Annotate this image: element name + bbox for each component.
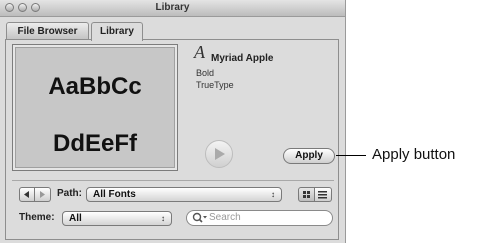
apply-button[interactable]: Apply [283, 148, 335, 164]
title-bar[interactable]: Library [0, 0, 345, 17]
list-view-icon [318, 191, 327, 199]
grid-view-icon [303, 191, 310, 198]
window-title: Library [155, 2, 190, 13]
font-style: Bold [196, 68, 215, 78]
font-preview: AaBbCc DdEeFf [12, 44, 178, 171]
theme-label: Theme: [19, 212, 55, 223]
preview-sample-line-2: DdEeFf [53, 130, 137, 157]
tab-library[interactable]: Library [91, 22, 143, 41]
back-arrow-icon [24, 191, 29, 198]
search-placeholder: Search [209, 212, 241, 223]
divider [12, 180, 334, 181]
path-popup[interactable]: All Fonts ↕ [86, 187, 282, 202]
play-button[interactable] [205, 140, 233, 168]
path-value: All Fonts [93, 189, 136, 200]
library-window: Library File Browser Library AaBbCc DdEe… [0, 0, 346, 243]
theme-value: All [69, 213, 82, 224]
search-field[interactable]: Search [186, 210, 333, 226]
search-icon [192, 212, 207, 223]
play-icon [215, 148, 225, 160]
preview-sample-line-1: AaBbCc [48, 73, 142, 100]
path-label: Path: [57, 188, 82, 199]
theme-popup[interactable]: All ↕ [62, 211, 172, 226]
back-button[interactable] [19, 187, 35, 202]
popup-arrows-icon: ↕ [161, 214, 165, 223]
font-type: TrueType [196, 80, 234, 90]
callout-line [336, 155, 366, 156]
callout-label: Apply button [372, 146, 456, 163]
forward-button[interactable] [35, 187, 51, 202]
font-icon: A [194, 42, 205, 62]
popup-arrows-icon: ↕ [271, 190, 275, 199]
tab-file-browser[interactable]: File Browser [6, 22, 89, 39]
font-name: Myriad Apple [211, 53, 274, 64]
list-view-button[interactable] [315, 187, 332, 202]
forward-arrow-icon [40, 191, 45, 198]
grid-view-button[interactable] [298, 187, 315, 202]
